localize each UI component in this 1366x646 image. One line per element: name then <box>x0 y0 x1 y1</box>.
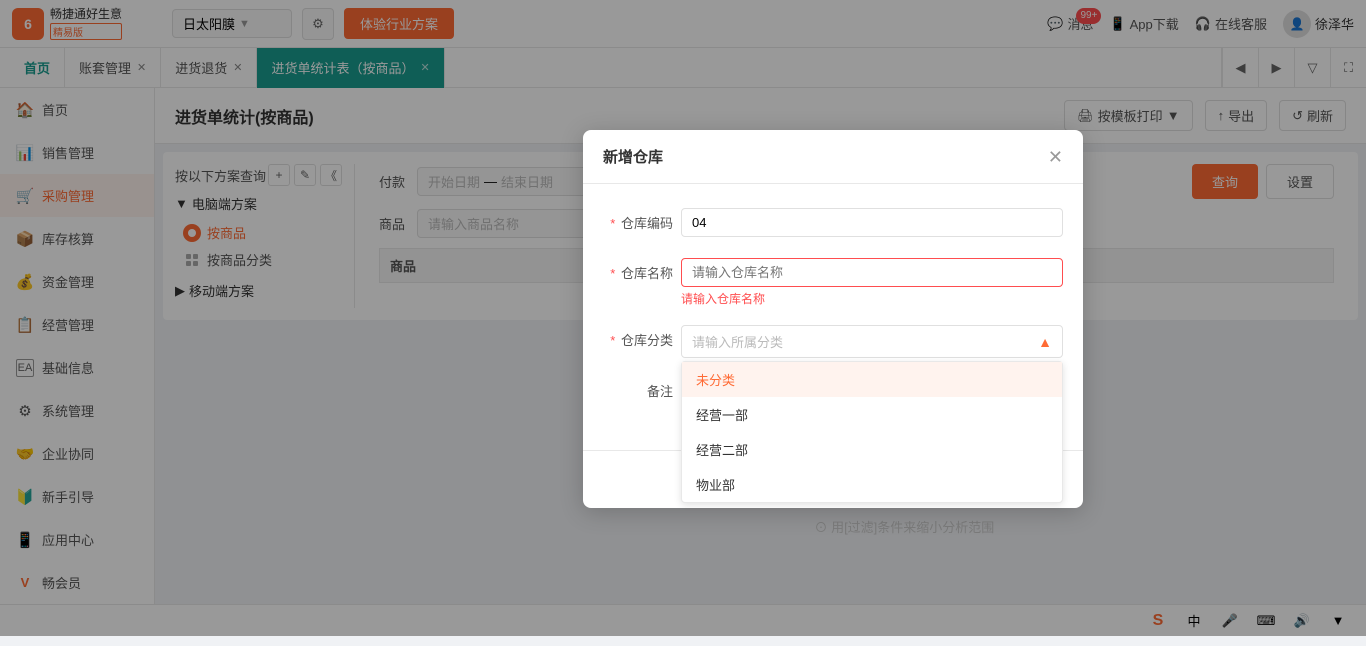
category-dropdown: 请输入所属分类 ▲ 未分类 经营一部 经营二部 物业部 <box>681 325 1063 358</box>
dialog-close-button[interactable]: ✕ <box>1048 148 1063 166</box>
note-label: 备注 <box>603 376 673 408</box>
category-trigger[interactable]: 请输入所属分类 ▲ <box>681 325 1063 358</box>
code-row: * 仓库编码 <box>603 208 1063 240</box>
dropdown-item-1[interactable]: 经营一部 <box>682 397 1062 432</box>
name-row: * 仓库名称 请输入仓库名称 <box>603 258 1063 307</box>
dialog-header: 新增仓库 ✕ <box>583 130 1083 184</box>
add-warehouse-dialog: 新增仓库 ✕ * 仓库编码 * 仓库名称 请输入仓库名称 <box>583 130 1083 508</box>
name-label: * 仓库名称 <box>603 258 673 290</box>
category-label: * 仓库分类 <box>603 325 673 357</box>
code-wrap <box>681 208 1063 237</box>
dropdown-item-3[interactable]: 物业部 <box>682 467 1062 502</box>
code-label: * 仓库编码 <box>603 208 673 240</box>
code-input[interactable] <box>681 208 1063 237</box>
name-error-message: 请输入仓库名称 <box>681 290 1063 307</box>
dropdown-arrow-icon: ▲ <box>1038 334 1052 350</box>
category-placeholder: 请输入所属分类 <box>692 332 783 351</box>
dialog-body: * 仓库编码 * 仓库名称 请输入仓库名称 * 仓库分类 <box>583 184 1083 450</box>
dropdown-item-0[interactable]: 未分类 <box>682 362 1062 397</box>
name-input[interactable] <box>681 258 1063 287</box>
dialog-title: 新增仓库 <box>603 146 663 167</box>
dropdown-item-2[interactable]: 经营二部 <box>682 432 1062 467</box>
category-row: * 仓库分类 请输入所属分类 ▲ 未分类 经营一部 经营二部 物业部 <box>603 325 1063 358</box>
name-wrap: 请输入仓库名称 <box>681 258 1063 307</box>
category-dropdown-menu: 未分类 经营一部 经营二部 物业部 <box>681 361 1063 503</box>
